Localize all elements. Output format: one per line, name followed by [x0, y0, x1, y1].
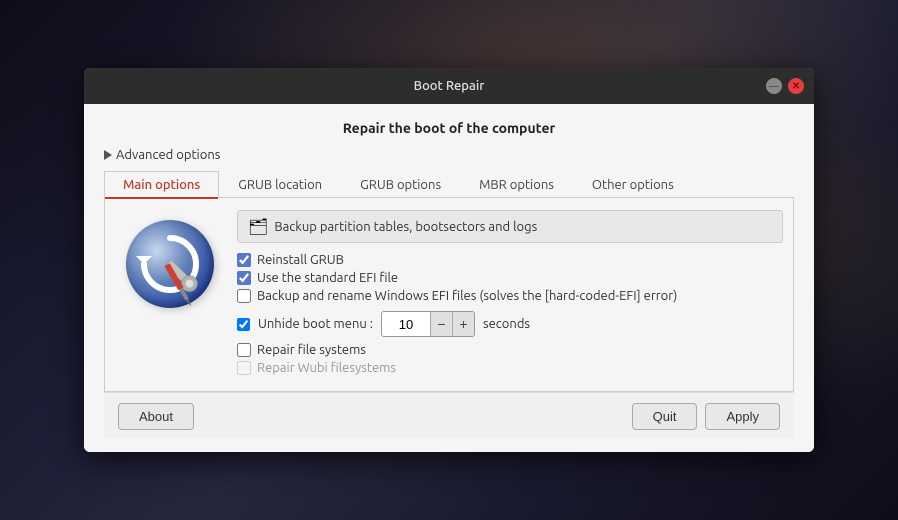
triangle-icon [104, 150, 112, 160]
app-icon [126, 220, 214, 308]
reinstall-grub-row: Reinstall GRUB [237, 253, 783, 267]
spinner-control: − + [381, 311, 475, 337]
backup-text: Backup partition tables, bootsectors and… [274, 220, 537, 234]
tab-mbr-options[interactable]: MBR options [460, 171, 573, 198]
unhide-boot-menu-row: Unhide boot menu : − + seconds [237, 311, 783, 337]
standard-efi-label: Use the standard EFI file [257, 271, 398, 285]
tab-grub-location[interactable]: GRUB location [219, 171, 341, 198]
advanced-options-toggle[interactable]: Advanced options [104, 148, 794, 162]
content-area: 🗂 Backup partition tables, bootsectors a… [104, 198, 794, 392]
reinstall-grub-label: Reinstall GRUB [257, 253, 344, 267]
repair-fs-label: Repair file systems [257, 343, 366, 357]
close-button[interactable]: ✕ [788, 78, 804, 94]
boot-repair-window: Boot Repair — ✕ Repair the boot of the c… [84, 68, 814, 452]
spinner-input[interactable] [382, 315, 430, 334]
backup-windows-label: Backup and rename Windows EFI files (sol… [257, 289, 677, 303]
seconds-label: seconds [483, 317, 530, 331]
quit-button[interactable]: Quit [632, 403, 698, 430]
minimize-button[interactable]: — [766, 78, 782, 94]
window-title: Boot Repair [414, 79, 485, 93]
tabs-container: Main options GRUB location GRUB options … [104, 170, 794, 198]
backup-row: 🗂 Backup partition tables, bootsectors a… [237, 210, 783, 243]
reinstall-grub-checkbox[interactable] [237, 253, 251, 267]
about-button[interactable]: About [118, 403, 194, 430]
backup-windows-row: Backup and rename Windows EFI files (sol… [237, 289, 783, 303]
folder-icon: 🗂 [248, 217, 268, 236]
standard-efi-checkbox[interactable] [237, 271, 251, 285]
standard-efi-row: Use the standard EFI file [237, 271, 783, 285]
tab-main-options[interactable]: Main options [104, 171, 219, 198]
unhide-boot-checkbox[interactable] [237, 318, 250, 331]
repair-fs-checkbox[interactable] [237, 343, 251, 357]
apply-button[interactable]: Apply [705, 403, 780, 430]
window-body: Repair the boot of the computer Advanced… [84, 104, 814, 452]
bottom-bar: About Quit Apply [104, 392, 794, 438]
advanced-options-label: Advanced options [116, 148, 220, 162]
page-title: Repair the boot of the computer [104, 120, 794, 136]
tab-grub-options[interactable]: GRUB options [341, 171, 460, 198]
repair-wubi-label: Repair Wubi filesystems [257, 361, 396, 375]
unhide-boot-label: Unhide boot menu : [258, 317, 373, 331]
tab-other-options[interactable]: Other options [573, 171, 693, 198]
options-area: 🗂 Backup partition tables, bootsectors a… [237, 210, 783, 379]
repair-wubi-checkbox [237, 361, 251, 375]
right-buttons: Quit Apply [632, 403, 780, 430]
spinner-minus-button[interactable]: − [430, 312, 452, 336]
icon-area [115, 210, 225, 379]
titlebar-controls: — ✕ [766, 78, 804, 94]
spinner-plus-button[interactable]: + [452, 312, 474, 336]
repair-wubi-row: Repair Wubi filesystems [237, 361, 783, 375]
backup-windows-checkbox[interactable] [237, 289, 251, 303]
repair-fs-row: Repair file systems [237, 343, 783, 357]
titlebar: Boot Repair — ✕ [84, 68, 814, 104]
boot-repair-icon [126, 220, 214, 308]
